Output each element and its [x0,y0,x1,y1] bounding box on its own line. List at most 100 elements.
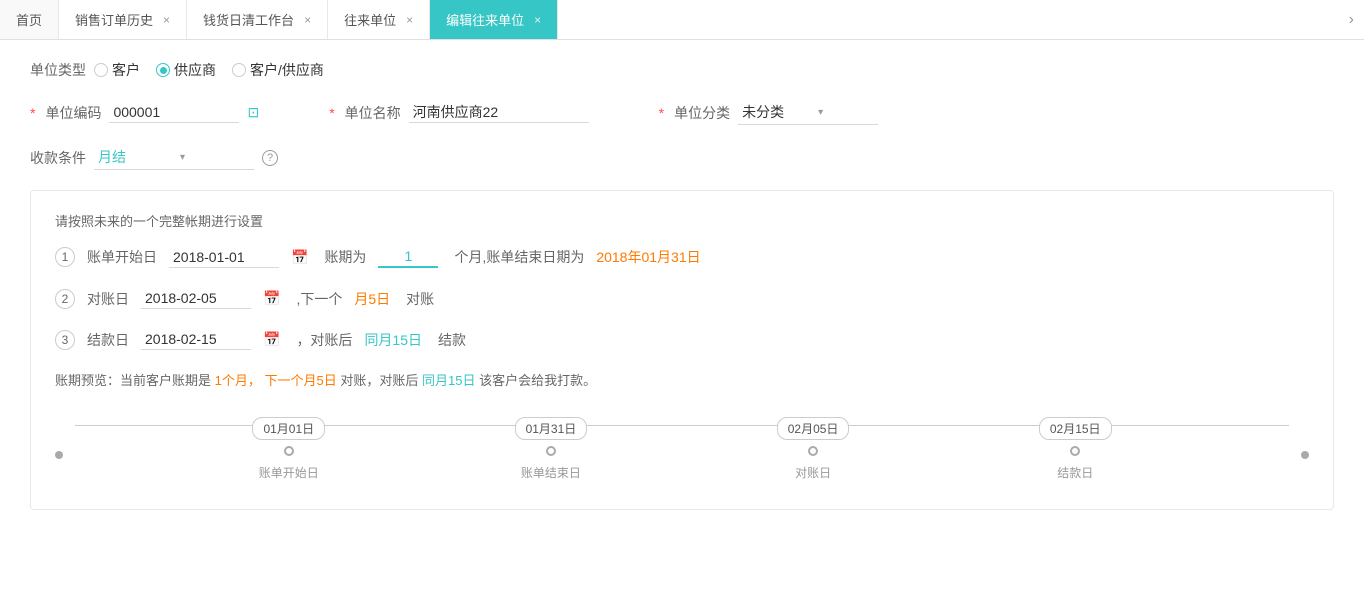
timeline-name-3: 对账日 [795,464,831,481]
copy-icon[interactable]: ⊡ [247,104,259,121]
preview-prefix: 账期预览：当前客户账期是 [55,373,211,388]
timeline-dot-1 [284,446,294,456]
payment-terms-chevron: ▾ [180,152,185,163]
tab-sales-history-close[interactable]: × [163,13,170,27]
timeline-start-end [55,428,63,481]
unit-name-required: * [329,105,334,121]
unit-category-label: 单位分类 [674,103,730,123]
unit-type-row: 单位类型 客户 供应商 客户/供应商 [30,60,1334,80]
preview-part3: 同月15日 [422,373,475,388]
unit-name-label: 单位名称 [345,103,401,123]
tab-counterparty[interactable]: 往来单位 × [328,0,430,39]
tab-more-button[interactable]: › [1339,0,1364,39]
unit-name-field: * 单位名称 [329,102,588,123]
tab-counterparty-label: 往来单位 [344,10,396,29]
unit-type-label: 单位类型 [30,60,86,80]
period-calendar-3[interactable]: 📅 [263,331,280,348]
unit-code-label: 单位编码 [45,103,101,123]
tab-cash-work-close[interactable]: × [304,13,311,27]
timeline-right-dot [1301,451,1309,459]
period-row3-suffix1: ，对账后 [296,330,352,350]
period-num-1: 1 [55,247,75,267]
preview-part1: 1个月， [215,373,261,388]
tab-counterparty-close[interactable]: × [406,13,413,27]
timeline-point-4: 02月15日 结款日 [1039,417,1112,481]
radio-both[interactable]: 客户/供应商 [232,60,324,80]
timeline: 01月01日 账单开始日 01月31日 账单结束日 02月05日 对账日 02月… [55,409,1309,489]
period-row-1: 1 账单开始日 📅 账期为 个月,账单结束日期为 2018年01月31日 [55,246,1309,268]
radio-customer[interactable]: 客户 [94,60,140,80]
timeline-dot-3 [808,446,818,456]
unit-info-row: * 单位编码 ⊡ * 单位名称 * 单位分类 未分类 ▾ [30,100,1334,125]
period-date-2[interactable] [141,288,251,309]
period-row-3: 3 结款日 📅 ，对账后 同月15日 结款 [55,329,1309,350]
payment-terms-label: 收款条件 [30,148,86,168]
timeline-badge-2: 01月31日 [515,417,588,440]
unit-code-required: * [30,105,35,121]
radio-supplier-label: 供应商 [174,60,216,80]
period-label-2: 对账日 [87,289,129,309]
tab-sales-history-label: 销售订单历史 [75,10,153,29]
preview-mid: 对账，对账后 [340,373,418,388]
period-suffix-before-1: 账期为 [324,247,366,267]
timeline-end-end [1301,428,1309,481]
radio-both-label: 客户/供应商 [250,60,324,80]
unit-category-chevron: ▾ [818,107,823,118]
period-date-1[interactable] [169,247,279,268]
period-hint: 请按照未来的一个完整帐期进行设置 [55,211,1309,230]
tab-edit-counterparty[interactable]: 编辑往来单位 × [430,0,558,39]
unit-category-field: * 单位分类 未分类 ▾ [659,100,878,125]
timeline-point-1: 01月01日 账单开始日 [252,417,325,481]
payment-terms-help[interactable]: ? [262,150,278,166]
timeline-left-dot [55,451,63,459]
tab-more-icon: › [1349,11,1354,29]
period-row3-suffix2: 结款 [438,330,466,350]
tab-edit-counterparty-label: 编辑往来单位 [446,10,524,29]
timeline-dot-4 [1070,446,1080,456]
preview-part2: 下一个月5日 [265,373,337,388]
unit-code-field: * 单位编码 ⊡ [30,102,259,123]
payment-terms-field: 收款条件 月结 ▾ ? [30,145,278,170]
period-card: 请按照未来的一个完整帐期进行设置 1 账单开始日 📅 账期为 个月,账单结束日期… [30,190,1334,510]
tab-bar: 首页 销售订单历史 × 钱货日清工作台 × 往来单位 × 编辑往来单位 × › [0,0,1364,40]
unit-type-field: 单位类型 客户 供应商 客户/供应商 [30,60,324,80]
radio-customer-label: 客户 [112,60,140,80]
timeline-name-1: 账单开始日 [259,464,319,481]
tab-cash-work[interactable]: 钱货日清工作台 × [187,0,328,39]
period-row3-highlight: 同月15日 [364,330,422,350]
preview-suffix: 该客户会给我打款。 [479,373,596,388]
radio-customer-circle [94,63,108,77]
period-calendar-2[interactable]: 📅 [263,290,280,307]
radio-supplier-circle [156,63,170,77]
radio-supplier[interactable]: 供应商 [156,60,216,80]
period-row2-suffix1: ,下一个 [296,289,342,309]
period-row-2: 2 对账日 📅 ,下一个 月5日 对账 [55,288,1309,309]
unit-type-radio-group: 客户 供应商 客户/供应商 [94,60,324,80]
unit-category-value: 未分类 [742,102,784,122]
unit-code-input[interactable] [109,102,239,123]
payment-terms-row: 收款条件 月结 ▾ ? [30,145,1334,170]
period-row2-highlight: 月5日 [354,289,390,309]
preview-text: 账期预览：当前客户账期是 1个月， 下一个月5日 对账，对账后 同月15日 该客… [55,370,1309,389]
unit-category-required: * [659,105,664,121]
tab-home-label: 首页 [16,10,42,29]
timeline-badge-1: 01月01日 [252,417,325,440]
tab-sales-history[interactable]: 销售订单历史 × [59,0,187,39]
period-num-3: 3 [55,330,75,350]
period-month-input[interactable] [378,246,438,268]
tab-home[interactable]: 首页 [0,0,59,39]
timeline-name-2: 账单结束日 [521,464,581,481]
period-date-3[interactable] [141,329,251,350]
period-num-2: 2 [55,289,75,309]
payment-terms-select[interactable]: 月结 ▾ [94,145,254,170]
period-calendar-1[interactable]: 📅 [291,249,308,266]
period-row2-suffix2: 对账 [406,289,434,309]
timeline-badge-3: 02月05日 [777,417,850,440]
period-label-1: 账单开始日 [87,247,157,267]
timeline-name-4: 结款日 [1057,464,1093,481]
period-label-3: 结款日 [87,330,129,350]
tab-edit-counterparty-close[interactable]: × [534,13,541,27]
unit-name-input[interactable] [409,102,589,123]
timeline-dot-2 [546,446,556,456]
unit-category-select[interactable]: 未分类 ▾ [738,100,878,125]
